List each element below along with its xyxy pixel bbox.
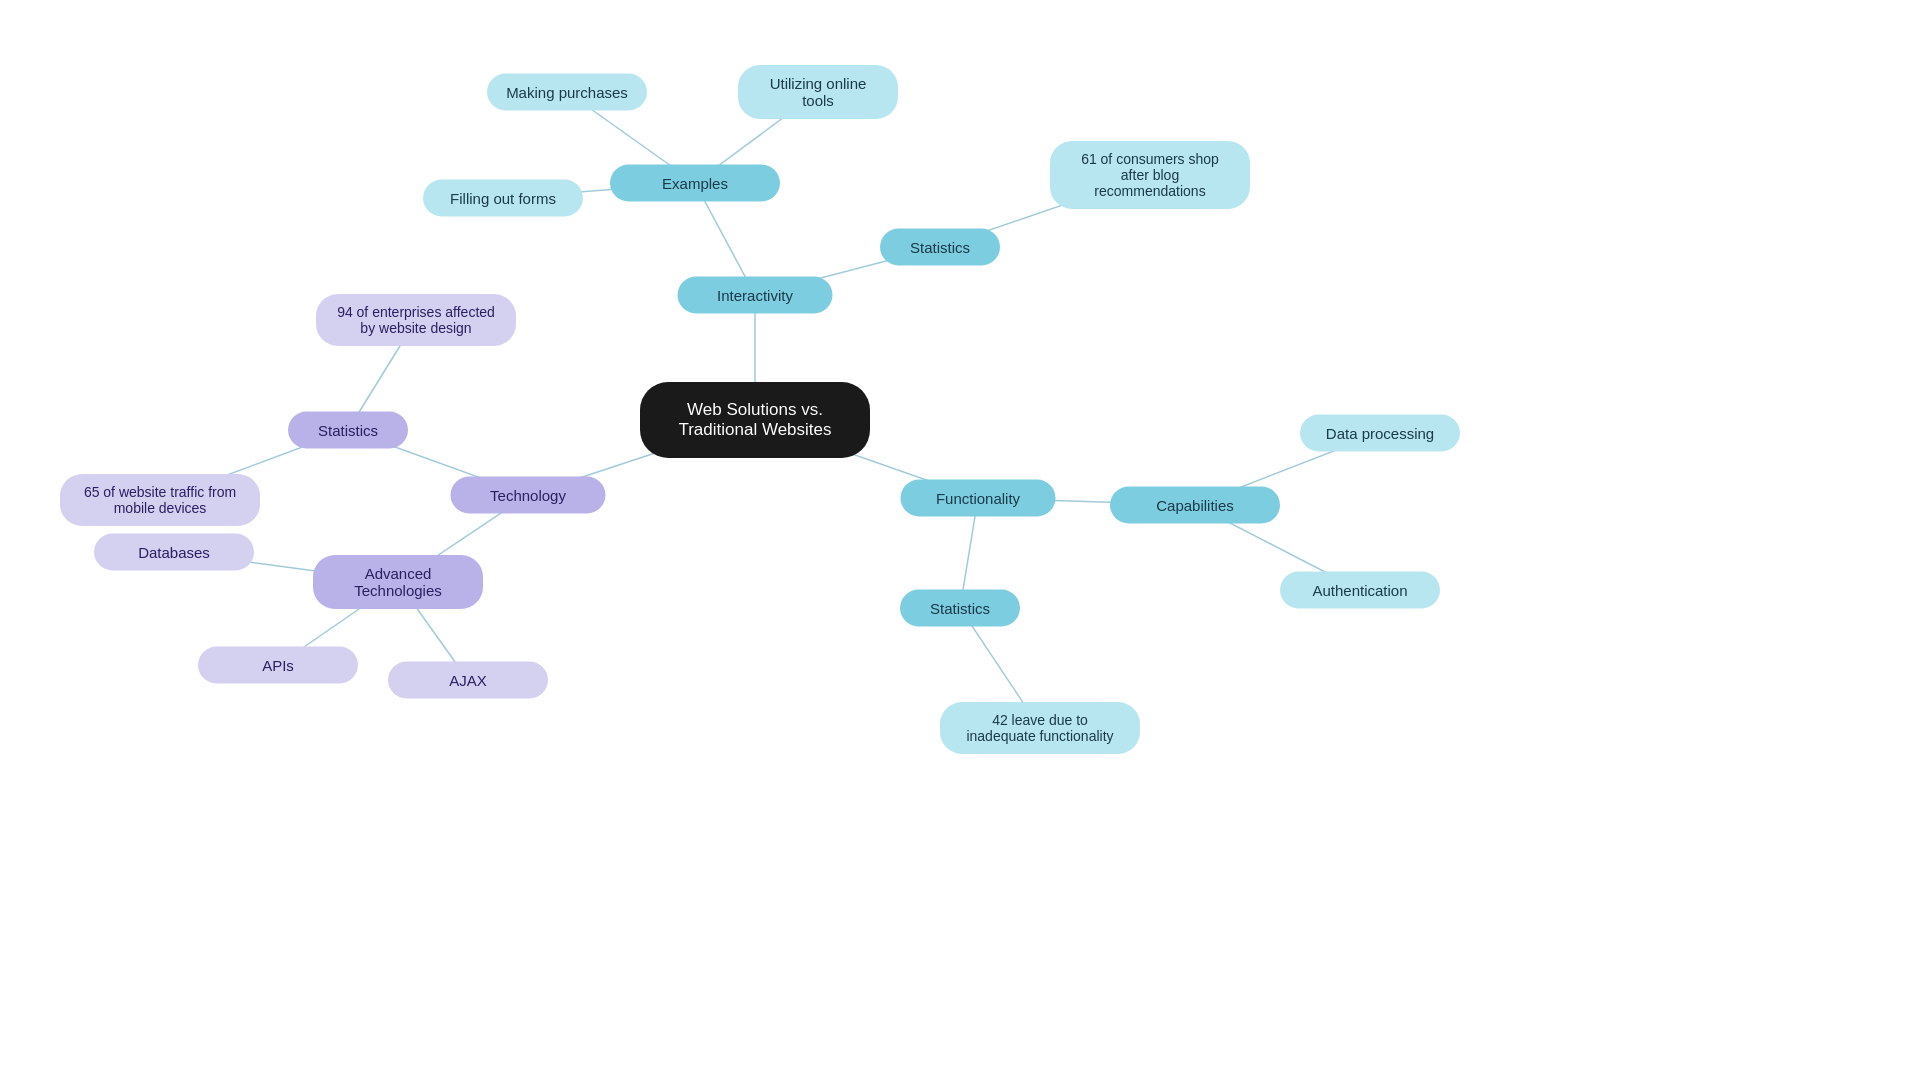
node-tech_statistics[interactable]: Statistics bbox=[288, 412, 408, 449]
node-advanced_technologies[interactable]: Advanced Technologies bbox=[313, 555, 483, 609]
node-examples[interactable]: Examples bbox=[610, 165, 780, 202]
node-ajax[interactable]: AJAX bbox=[388, 662, 548, 699]
node-root[interactable]: Web Solutions vs. Traditional Websites bbox=[640, 382, 870, 458]
node-func_statistics[interactable]: Statistics bbox=[900, 590, 1020, 627]
node-functionality[interactable]: Functionality bbox=[901, 480, 1056, 517]
node-filling_out_forms[interactable]: Filling out forms bbox=[423, 180, 583, 217]
node-capabilities[interactable]: Capabilities bbox=[1110, 487, 1280, 524]
connections-svg bbox=[0, 0, 1920, 1083]
node-making_purchases[interactable]: Making purchases bbox=[487, 74, 647, 111]
node-authentication[interactable]: Authentication bbox=[1280, 572, 1440, 609]
node-leave_inadequate[interactable]: 42 leave due to inadequate functionality bbox=[940, 702, 1140, 754]
node-databases[interactable]: Databases bbox=[94, 534, 254, 571]
node-apis[interactable]: APIs bbox=[198, 647, 358, 684]
node-enterprises_design[interactable]: 94 of enterprises affected by website de… bbox=[316, 294, 516, 346]
node-consumers_blog[interactable]: 61 of consumers shop after blog recommen… bbox=[1050, 141, 1250, 209]
node-technology[interactable]: Technology bbox=[451, 477, 606, 514]
node-mobile_traffic[interactable]: 65 of website traffic from mobile device… bbox=[60, 474, 260, 526]
mindmap-container: Web Solutions vs. Traditional Websites In… bbox=[0, 0, 1920, 1083]
node-utilizing_online_tools[interactable]: Utilizing online tools bbox=[738, 65, 898, 119]
node-data_processing[interactable]: Data processing bbox=[1300, 415, 1460, 452]
node-interactivity_statistics[interactable]: Statistics bbox=[880, 229, 1000, 266]
node-interactivity[interactable]: Interactivity bbox=[678, 277, 833, 314]
